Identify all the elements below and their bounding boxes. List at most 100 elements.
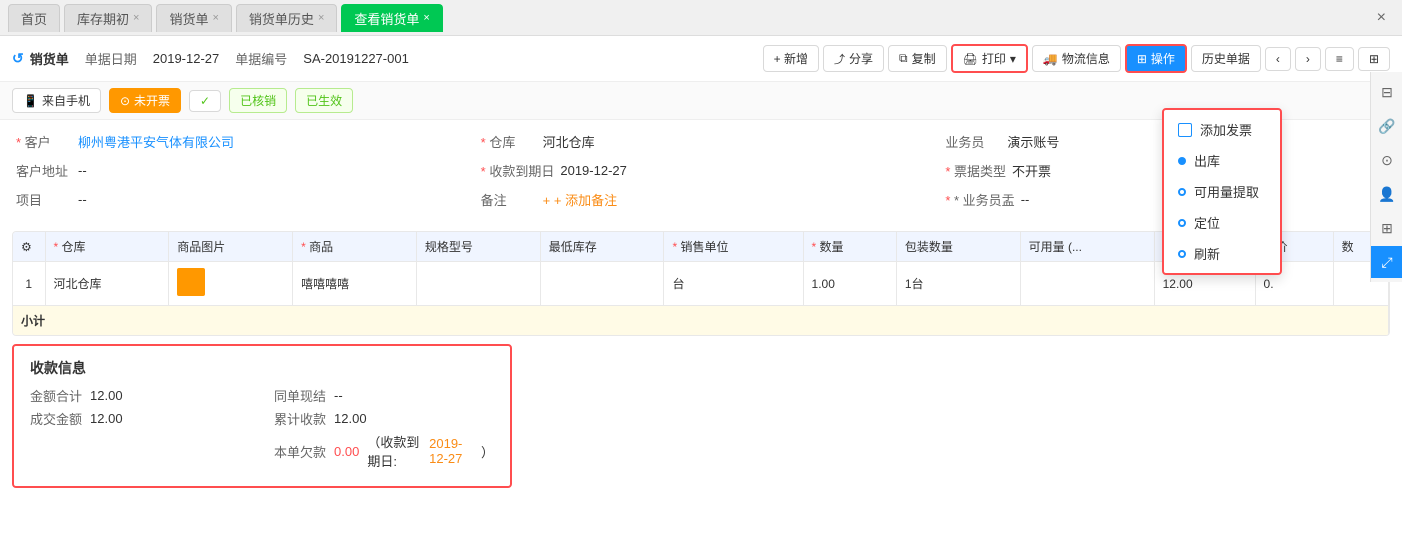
staff2-value: -- <box>1021 192 1030 207</box>
current-arrears-label: 本单欠款 <box>274 442 326 461</box>
print-dropdown-icon: ▾ <box>1010 52 1016 66</box>
operation-dropdown: 添加发票 出库 可用量提取 定位 刷新 <box>1162 108 1282 275</box>
grid-icon: ⊞ <box>1137 52 1147 66</box>
tab-sales-order[interactable]: 销货单 × <box>156 4 231 32</box>
project-value: -- <box>78 192 87 207</box>
row-pack-qty: 1台 <box>896 262 1020 306</box>
warehouse-label: 仓库 <box>481 132 537 151</box>
payment-col-left: 金额合计 12.00 成交金额 12.00 <box>30 386 250 474</box>
current-arrears-value: 0.00 <box>334 444 359 459</box>
col-spec: 规格型号 <box>416 232 540 262</box>
dropdown-add-invoice[interactable]: 添加发票 <box>1164 114 1280 145</box>
refresh-label: 刷新 <box>1194 244 1220 263</box>
row-product-img <box>169 262 293 306</box>
logistics-button[interactable]: 🚚 物流信息 <box>1032 45 1121 72</box>
side-icon-4[interactable]: 👤 <box>1371 178 1402 210</box>
total-amount-label: 金额合计 <box>30 386 82 405</box>
remark-label: 备注 <box>481 190 537 209</box>
side-icon-5[interactable]: ⊞ <box>1371 212 1402 244</box>
payment-info-box: 收款信息 金额合计 12.00 成交金额 12.00 同单现结 -- <box>12 344 512 488</box>
staff2-label: * 业务员盂 <box>945 190 1014 209</box>
from-phone-button[interactable]: 📱 来自手机 <box>12 88 101 113</box>
history-button[interactable]: 历史单据 <box>1191 45 1261 72</box>
side-icon-3[interactable]: ⊙ <box>1371 144 1402 176</box>
tab-inventory-label: 库存期初 <box>77 9 129 28</box>
staff-label: 业务员 <box>945 132 1001 151</box>
dropdown-refresh[interactable]: 刷新 <box>1164 238 1280 269</box>
operation-button[interactable]: ⊞ 操作 <box>1125 44 1187 73</box>
add-remark-button[interactable]: + + 添加备注 <box>543 190 617 209</box>
project-label: 项目 <box>16 190 72 209</box>
doc-title: ↺ 销货单 <box>12 49 69 68</box>
check-button[interactable]: ✓ <box>189 90 221 112</box>
new-button[interactable]: + 新增 <box>763 45 819 72</box>
window-close-button[interactable]: × <box>1369 9 1394 27</box>
print-icon: 🖨 <box>963 52 978 66</box>
col-pack-qty: 包装数量 <box>896 232 1020 262</box>
current-arrears-row: 本单欠款 0.00 （收款到期日: 2019-12-27 ） <box>274 432 494 470</box>
share-label: 分享 <box>849 50 873 67</box>
product-image <box>177 268 205 296</box>
tab-inventory-init[interactable]: 库存期初 × <box>64 4 152 32</box>
number-value: SA-20191227-001 <box>303 51 409 66</box>
not-opened-button[interactable]: ⊙ 未开票 <box>109 88 181 113</box>
side-icon-2[interactable]: 🔗 <box>1371 110 1402 142</box>
copy-button[interactable]: ⧉ 复制 <box>888 45 947 72</box>
available-qty-label: 可用量提取 <box>1194 182 1259 201</box>
add-invoice-icon <box>1178 123 1192 137</box>
payment-date-label: 收款到期日 <box>481 161 555 180</box>
dropdown-available-qty[interactable]: 可用量提取 <box>1164 176 1280 207</box>
col-settings[interactable]: ⚙ <box>13 232 45 262</box>
cumulative-payment-label: 累计收款 <box>274 409 326 428</box>
row-available <box>1020 262 1154 306</box>
tab-inventory-close[interactable]: × <box>133 12 139 24</box>
doc-header: ↺ 销货单 单据日期 2019-12-27 单据编号 SA-20191227-0… <box>0 36 1402 82</box>
payment-grid: 金额合计 12.00 成交金额 12.00 同单现结 -- 累计收款 <box>30 386 494 474</box>
side-icon-1[interactable]: ⊟ <box>1371 76 1402 108</box>
payment-date-value: 2019-12-27 <box>560 163 627 178</box>
available-qty-icon <box>1178 188 1186 196</box>
dropdown-outbound[interactable]: 出库 <box>1164 145 1280 176</box>
prev-button[interactable]: ‹ <box>1265 47 1291 71</box>
customer-field: 客户 柳州粤港平安气体有限公司 <box>16 132 457 151</box>
tab-sales-close[interactable]: × <box>212 12 218 24</box>
payment-title: 收款信息 <box>30 358 494 378</box>
address-label: 客户地址 <box>16 161 72 180</box>
tab-bar: 首页 库存期初 × 销货单 × 销货单历史 × 查看销货单 × × <box>0 0 1402 36</box>
tab-home[interactable]: 首页 <box>8 4 60 32</box>
print-button[interactable]: 🖨 打印 ▾ <box>951 44 1028 73</box>
subtotal-label: 小计 <box>13 306 1389 336</box>
view2-button[interactable]: ⊞ <box>1358 47 1390 71</box>
cumulative-payment-value: 12.00 <box>334 411 367 426</box>
logistics-label: 物流信息 <box>1062 50 1110 67</box>
project-field: 项目 -- <box>16 190 457 209</box>
cumulative-payment-row: 累计收款 12.00 <box>274 409 494 428</box>
not-opened-label: 未开票 <box>134 92 170 109</box>
subtotal-row: 小计 <box>13 306 1389 336</box>
customer-value[interactable]: 柳州粤港平安气体有限公司 <box>78 132 234 151</box>
col-sales-unit: * 销售单位 <box>664 232 803 262</box>
ticket-type-label: 票据类型 <box>945 161 1006 180</box>
payment-col-right: 同单现结 -- 累计收款 12.00 本单欠款 0.00 （收款到期日: 201… <box>274 386 494 474</box>
tab-home-label: 首页 <box>21 9 47 28</box>
view1-button[interactable]: ≡ <box>1325 47 1354 71</box>
tab-history-close[interactable]: × <box>318 12 324 24</box>
transaction-amount-label: 成交金额 <box>30 409 82 428</box>
col-product: * 商品 <box>293 232 417 262</box>
next-button[interactable]: › <box>1295 47 1321 71</box>
date-label: 单据日期 <box>85 49 137 68</box>
circle-icon: ⊙ <box>120 94 130 108</box>
refresh-icon <box>1178 250 1186 258</box>
tab-history-label: 销货单历史 <box>249 9 314 28</box>
number-label: 单据编号 <box>235 49 287 68</box>
tab-sales-history[interactable]: 销货单历史 × <box>236 4 337 32</box>
tab-view-close[interactable]: × <box>423 12 429 24</box>
toolbar: + 新增 ⤴ 分享 ⧉ 复制 🖨 打印 ▾ 🚚 物流信息 <box>763 44 1390 73</box>
tab-view-sales[interactable]: 查看销货单 × <box>341 4 442 32</box>
dropdown-locate[interactable]: 定位 <box>1164 207 1280 238</box>
warehouse-value: 河北仓库 <box>543 132 595 151</box>
side-icon-expand[interactable]: ⤢ <box>1371 246 1402 278</box>
share-button[interactable]: ⤴ 分享 <box>823 45 884 72</box>
ticket-type-value: 不开票 <box>1012 161 1051 180</box>
customer-label: 客户 <box>16 132 72 151</box>
